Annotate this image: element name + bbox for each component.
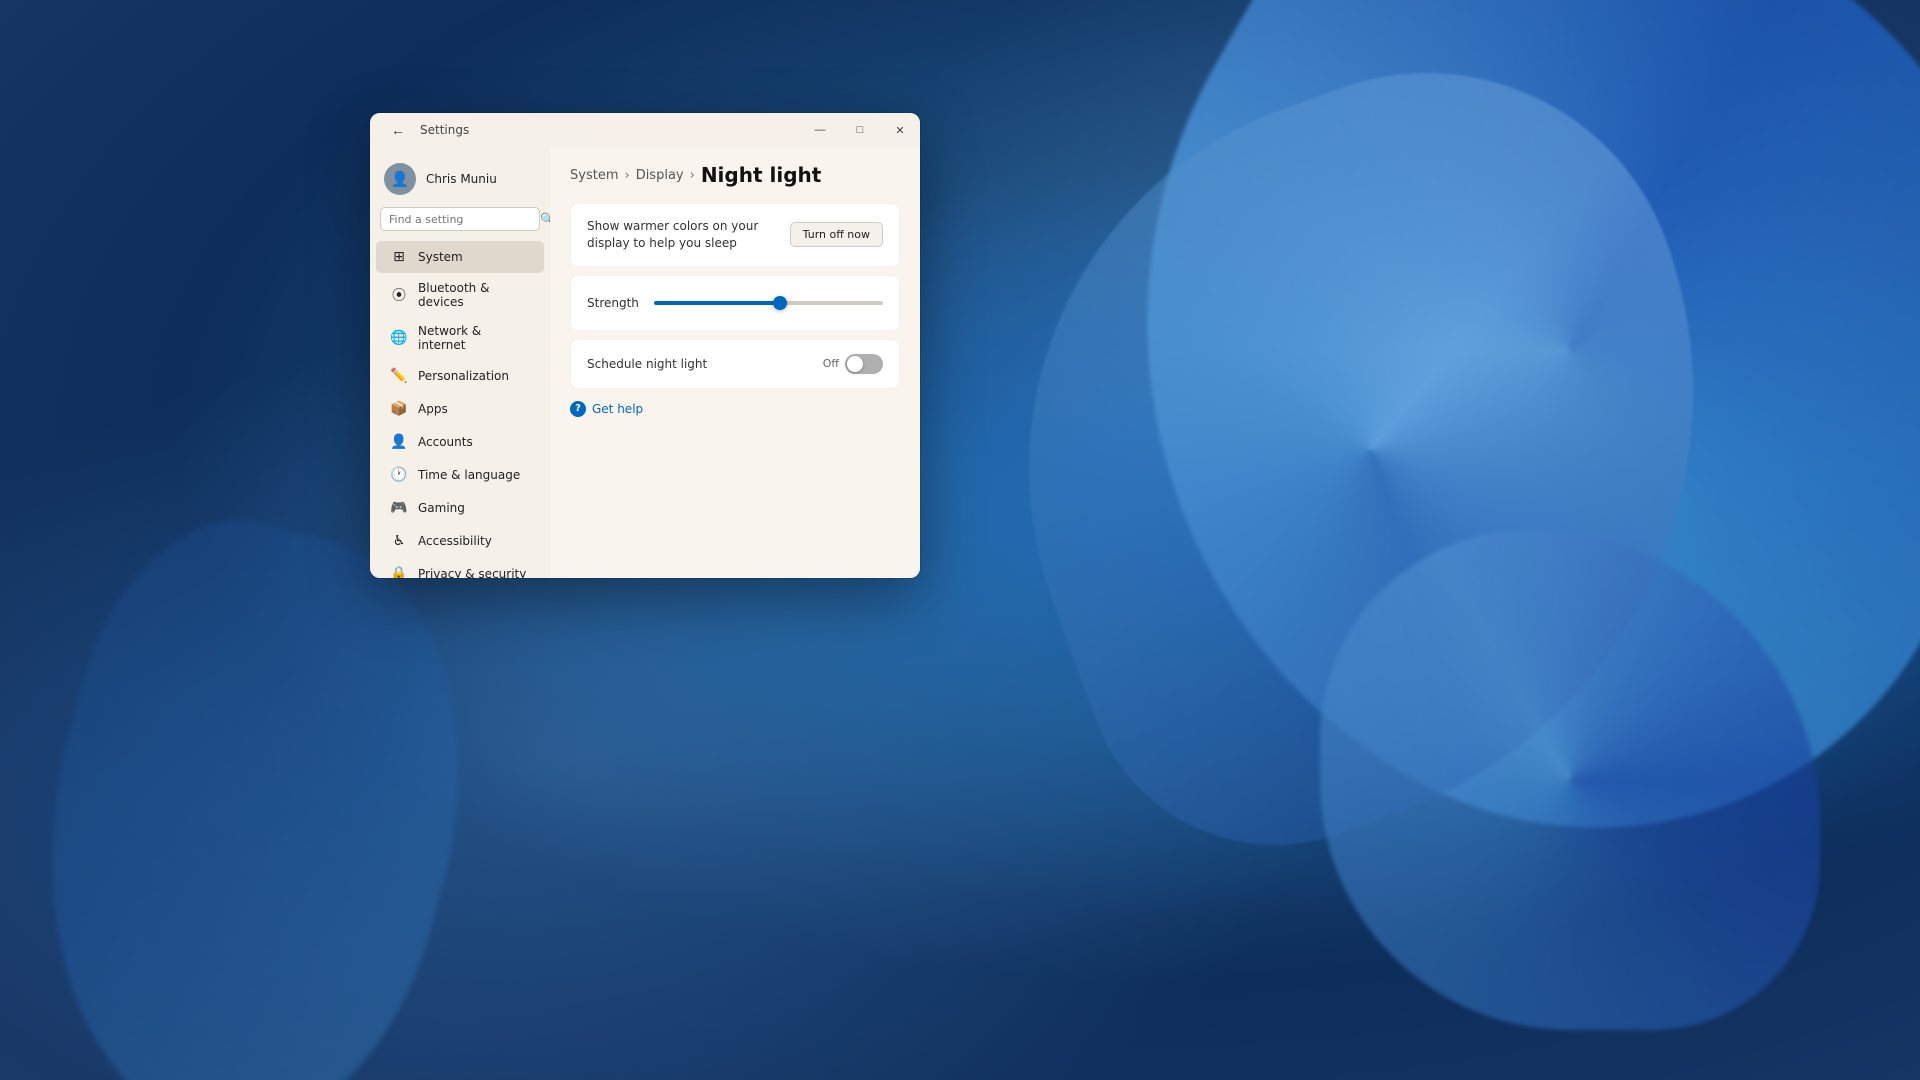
title-bar: ← Settings — □ ✕: [370, 113, 920, 147]
sidebar-item-accounts[interactable]: 👤 Accounts: [376, 426, 544, 458]
search-input[interactable]: [389, 213, 534, 226]
privacy-icon: 🔒: [390, 565, 408, 578]
window-title: Settings: [420, 123, 469, 137]
breadcrumb-display[interactable]: Display: [636, 168, 684, 183]
toggle-state-label: Off: [823, 357, 839, 370]
strength-label: Strength: [587, 296, 642, 310]
search-box[interactable]: 🔍: [380, 207, 540, 231]
time-icon: 🕐: [390, 466, 408, 484]
sidebar-item-apps[interactable]: 📦 Apps: [376, 393, 544, 425]
sidebar-item-system[interactable]: ⊞ System: [376, 241, 544, 273]
personalization-icon: ✏️: [390, 367, 408, 385]
user-profile: 👤 Chris Muniu: [370, 155, 550, 207]
window-body: 👤 Chris Muniu 🔍 ⊞ System ⦿ Bluetooth & d…: [370, 147, 920, 578]
breadcrumb-sep-2: ›: [690, 168, 695, 183]
strength-card: Strength: [570, 275, 900, 331]
sidebar-item-system-label: System: [418, 250, 463, 264]
sidebar-item-gaming-label: Gaming: [418, 501, 465, 515]
warm-colors-description: Show warmer colors on your display to he…: [587, 218, 787, 252]
sidebar-item-apps-label: Apps: [418, 402, 448, 416]
desktop-wallpaper: [0, 0, 1920, 1080]
warm-colors-card: Show warmer colors on your display to he…: [570, 203, 900, 267]
sidebar-item-bluetooth-label: Bluetooth & devices: [418, 281, 530, 309]
breadcrumb-nightlight: Night light: [701, 163, 822, 187]
sidebar: 👤 Chris Muniu 🔍 ⊞ System ⦿ Bluetooth & d…: [370, 147, 550, 578]
sidebar-item-accessibility[interactable]: ♿ Accessibility: [376, 525, 544, 557]
main-content: System › Display › Night light Show warm…: [550, 147, 920, 578]
sidebar-item-personalization-label: Personalization: [418, 369, 509, 383]
breadcrumb-system[interactable]: System: [570, 168, 618, 183]
back-button[interactable]: ←: [384, 116, 412, 144]
sidebar-item-privacy[interactable]: 🔒 Privacy & security: [376, 558, 544, 578]
sidebar-item-gaming[interactable]: 🎮 Gaming: [376, 492, 544, 524]
nav-items: ⊞ System ⦿ Bluetooth & devices 🌐 Network…: [370, 241, 550, 578]
schedule-row: Schedule night light Off: [587, 354, 883, 374]
close-button[interactable]: ✕: [880, 113, 920, 147]
schedule-toggle[interactable]: [845, 354, 883, 374]
sidebar-item-network-label: Network & internet: [418, 324, 530, 352]
accessibility-icon: ♿: [390, 532, 408, 550]
sidebar-item-privacy-label: Privacy & security: [418, 567, 526, 578]
maximize-button[interactable]: □: [840, 113, 880, 147]
sidebar-item-time-label: Time & language: [418, 468, 520, 482]
schedule-card: Schedule night light Off: [570, 339, 900, 389]
settings-window: ← Settings — □ ✕ 👤 Chris Muniu 🔍: [370, 113, 920, 578]
sidebar-item-accessibility-label: Accessibility: [418, 534, 492, 548]
strength-row: Strength: [587, 290, 883, 316]
schedule-label: Schedule night light: [587, 357, 707, 371]
sidebar-item-accounts-label: Accounts: [418, 435, 473, 449]
window-controls: — □ ✕: [800, 113, 920, 147]
apps-icon: 📦: [390, 400, 408, 418]
bluetooth-icon: ⦿: [390, 286, 408, 304]
sidebar-item-time[interactable]: 🕐 Time & language: [376, 459, 544, 491]
avatar-icon: 👤: [391, 170, 410, 188]
username: Chris Muniu: [426, 172, 497, 186]
help-icon: ?: [570, 401, 586, 417]
sidebar-item-bluetooth[interactable]: ⦿ Bluetooth & devices: [376, 274, 544, 316]
slider-thumb: [773, 296, 787, 310]
get-help-link[interactable]: ? Get help: [570, 401, 900, 417]
gaming-icon: 🎮: [390, 499, 408, 517]
strength-slider[interactable]: [654, 301, 883, 305]
turn-off-button[interactable]: Turn off now: [790, 222, 883, 247]
breadcrumb-sep-1: ›: [624, 168, 629, 183]
toggle-wrap: Off: [823, 354, 883, 374]
accounts-icon: 👤: [390, 433, 408, 451]
minimize-button[interactable]: —: [800, 113, 840, 147]
search-icon: 🔍: [540, 212, 550, 226]
sidebar-item-personalization[interactable]: ✏️ Personalization: [376, 360, 544, 392]
breadcrumb: System › Display › Night light: [570, 163, 900, 187]
avatar: 👤: [384, 163, 416, 195]
network-icon: 🌐: [390, 329, 408, 347]
warm-colors-row: Show warmer colors on your display to he…: [587, 218, 883, 252]
sidebar-item-network[interactable]: 🌐 Network & internet: [376, 317, 544, 359]
title-bar-left: ← Settings: [384, 116, 800, 144]
system-icon: ⊞: [390, 248, 408, 266]
get-help-label: Get help: [592, 402, 643, 416]
back-icon: ←: [391, 122, 405, 138]
